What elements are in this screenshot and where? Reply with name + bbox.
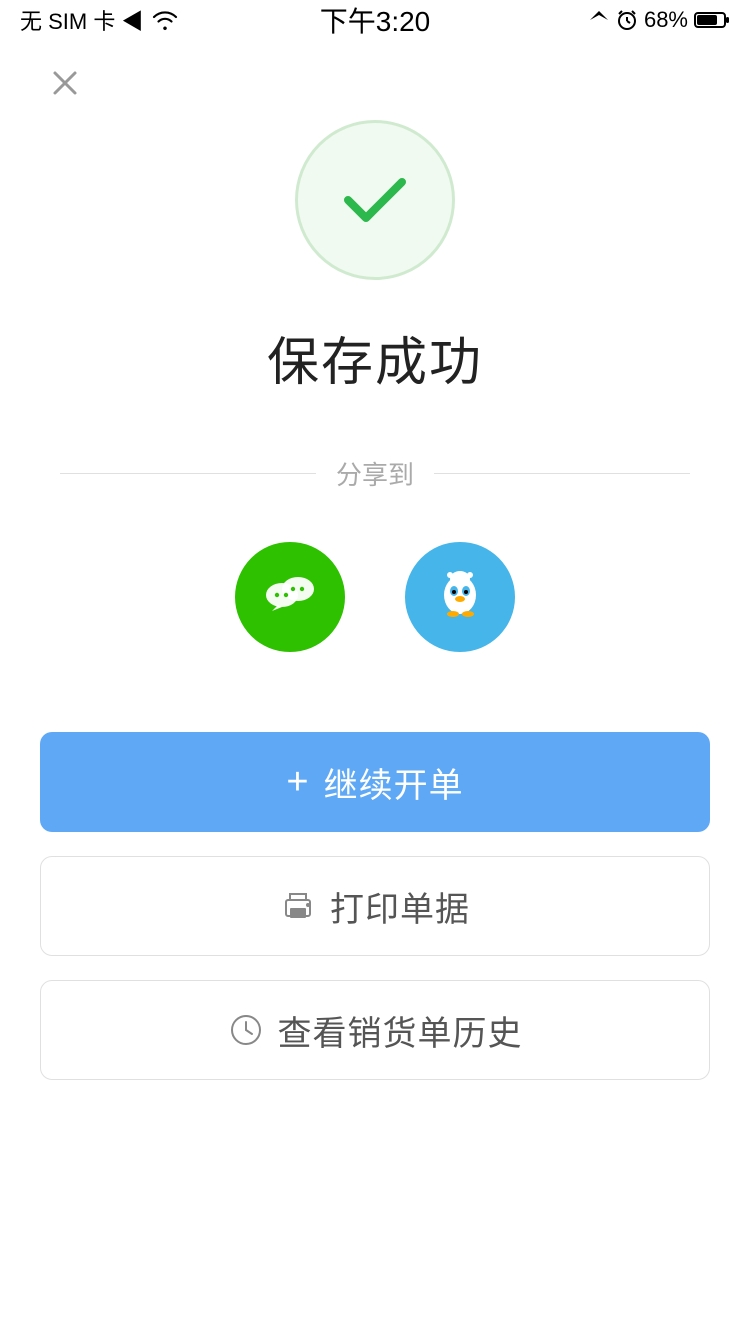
- alarm-icon: [616, 9, 638, 31]
- no-sim-text: 无 SIM 卡 ◀: [20, 4, 143, 36]
- success-title: 保存成功: [267, 320, 483, 395]
- history-icon: [228, 1012, 264, 1048]
- qq-share-button[interactable]: [405, 542, 515, 652]
- continue-order-button[interactable]: + 继续开单: [40, 732, 710, 832]
- wifi-icon: [151, 9, 179, 31]
- status-left: 无 SIM 卡 ◀: [20, 4, 179, 36]
- action-buttons: + 继续开单 打印单据 查看销货单历史: [0, 732, 750, 1080]
- divider-line-left: [60, 473, 316, 474]
- continue-order-label: 继续开单: [324, 758, 464, 807]
- plus-icon: +: [286, 761, 309, 804]
- print-icon: [280, 888, 316, 924]
- share-label: 分享到: [316, 455, 434, 492]
- status-right: 68%: [588, 7, 730, 33]
- status-bar: 无 SIM 卡 ◀ 下午3:20 68%: [0, 0, 750, 40]
- status-time: 下午3:20: [320, 0, 431, 40]
- share-divider: 分享到: [0, 455, 750, 492]
- main-content: 保存成功 分享到: [0, 40, 750, 1080]
- divider-line-right: [434, 473, 690, 474]
- close-button[interactable]: [40, 58, 90, 108]
- battery-text: 68%: [644, 7, 688, 33]
- view-history-button[interactable]: 查看销货单历史: [40, 980, 710, 1080]
- share-icons-row: [235, 542, 515, 652]
- wechat-share-button[interactable]: [235, 542, 345, 652]
- print-label: 打印单据: [330, 882, 470, 931]
- location-icon: [588, 9, 610, 31]
- success-icon-circle: [295, 120, 455, 280]
- view-history-label: 查看销货单历史: [278, 1006, 523, 1055]
- print-button[interactable]: 打印单据: [40, 856, 710, 956]
- battery-icon: [694, 10, 730, 30]
